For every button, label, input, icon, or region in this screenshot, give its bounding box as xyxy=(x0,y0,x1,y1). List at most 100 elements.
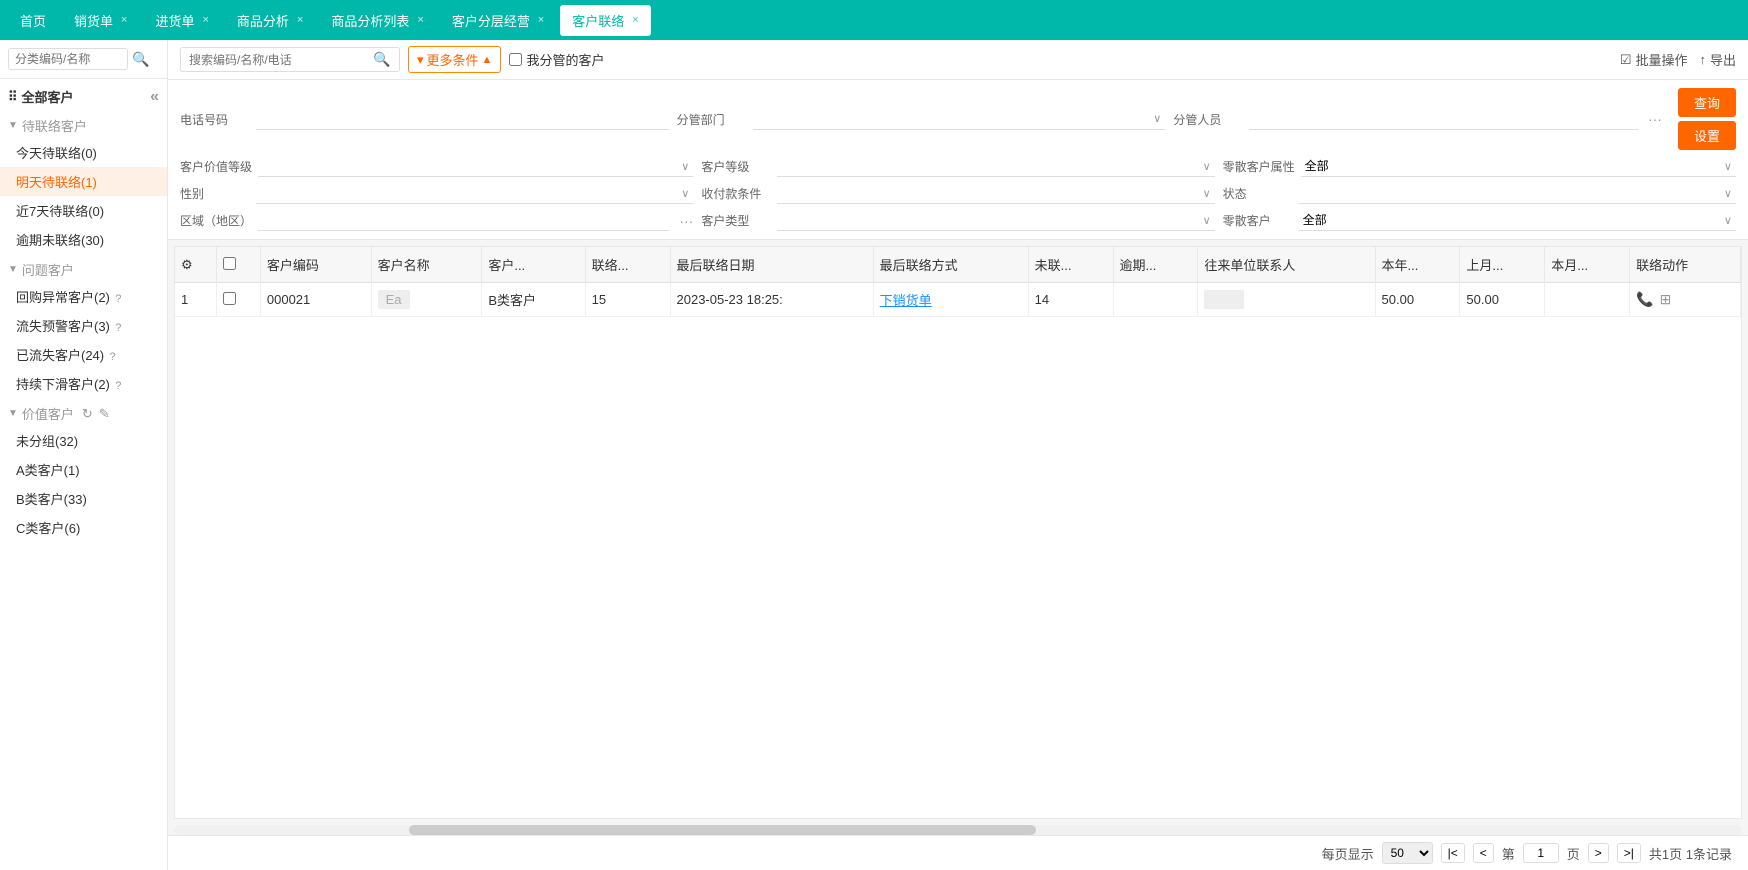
grade-select-wrap: ∨ xyxy=(777,156,1214,177)
value-grade-select[interactable] xyxy=(262,159,677,173)
per-page-select[interactable]: 50 100 xyxy=(1382,842,1433,864)
payment-select[interactable] xyxy=(781,186,1198,200)
sidebar-item-class-c[interactable]: C类客户(6) xyxy=(0,513,167,542)
sidebar-item-abnormal[interactable]: 回购异常客户(2) ? xyxy=(0,282,167,311)
col-this-month[interactable]: 本月... xyxy=(1545,247,1630,283)
nav-sales[interactable]: 销货单 × xyxy=(62,5,139,36)
col-not-contact[interactable]: 未联... xyxy=(1028,247,1113,283)
cell-last-contact-method[interactable]: 下销货单 xyxy=(873,283,1028,317)
nav-analysis-list[interactable]: 商品分析列表 × xyxy=(319,5,435,36)
status-select[interactable] xyxy=(1303,186,1720,200)
export-button[interactable]: ↑ 导出 xyxy=(1699,50,1736,69)
sidebar-item-today-contact[interactable]: 今天待联络(0) xyxy=(0,138,167,167)
col-unit-contact[interactable]: 往来单位联系人 xyxy=(1198,247,1375,283)
col-checkbox[interactable] xyxy=(216,247,260,283)
close-icon[interactable]: × xyxy=(538,14,544,26)
close-icon[interactable]: × xyxy=(202,14,208,26)
col-last-month[interactable]: 上月... xyxy=(1460,247,1545,283)
close-icon[interactable]: × xyxy=(417,14,423,26)
first-page-button[interactable]: |< xyxy=(1441,843,1465,863)
prev-page-button[interactable]: < xyxy=(1473,843,1494,863)
sidebar-item-declining[interactable]: 持续下滑客户(2) ? xyxy=(0,369,167,398)
gender-field: 性别 ∨ xyxy=(180,183,693,204)
status-select-wrap: ∨ xyxy=(1299,183,1736,204)
export-icon: ↑ xyxy=(1699,52,1706,67)
sidebar-item-lost[interactable]: 已流失客户(24) ? xyxy=(0,340,167,369)
gender-select[interactable] xyxy=(260,186,677,200)
sidebar-item-overdue-contact[interactable]: 逾期未联络(30) xyxy=(0,225,167,254)
my-customers-checkbox[interactable] xyxy=(509,53,522,66)
select-all-checkbox[interactable] xyxy=(223,257,236,270)
checkbox-icon: ☑ xyxy=(1620,52,1632,68)
close-icon[interactable]: × xyxy=(632,14,638,26)
manager-input[interactable] xyxy=(1249,109,1638,130)
close-icon[interactable]: × xyxy=(121,14,127,26)
nav-analysis[interactable]: 商品分析 × xyxy=(225,5,315,36)
my-customers-checkbox-label[interactable]: 我分管的客户 xyxy=(509,50,604,69)
edit-icon[interactable]: ✎ xyxy=(99,406,110,422)
gender-label: 性别 xyxy=(180,185,250,202)
chevron-down-icon: ∨ xyxy=(1724,214,1732,227)
grid-action-icon[interactable]: ⊞ xyxy=(1660,291,1672,308)
per-page-label: 每页显示 xyxy=(1322,844,1374,863)
row-checkbox[interactable] xyxy=(223,292,236,305)
sidebar-item-class-a[interactable]: A类客户(1) xyxy=(0,455,167,484)
retail-attr-select[interactable]: 全部 xyxy=(1305,159,1720,173)
query-button[interactable]: 查询 xyxy=(1678,88,1736,117)
batch-button[interactable]: ☑ 批量操作 xyxy=(1620,50,1688,69)
sidebar-item-class-b[interactable]: B类客户(33) xyxy=(0,484,167,513)
collapse-icon[interactable]: « xyxy=(150,88,159,106)
settings-button[interactable]: 设置 xyxy=(1678,121,1736,150)
more-filter-button[interactable]: ▾ 更多条件 ▲ xyxy=(408,46,501,73)
sidebar-item-lost-warning[interactable]: 流失预警客户(3) ? xyxy=(0,311,167,340)
col-last-contact-method[interactable]: 最后联络方式 xyxy=(873,247,1028,283)
page-label: 第 xyxy=(1502,844,1515,863)
page-input[interactable] xyxy=(1523,843,1559,863)
sidebar-search-input[interactable] xyxy=(8,48,128,70)
dept-select[interactable] xyxy=(757,112,1150,126)
main-search-input[interactable] xyxy=(189,53,369,67)
chevron-down-icon: ▼ xyxy=(8,264,18,275)
more-icon[interactable]: ··· xyxy=(679,213,693,229)
col-type[interactable]: 客户... xyxy=(482,247,585,283)
more-icon[interactable]: ··· xyxy=(1648,111,1662,127)
next-page-button[interactable]: > xyxy=(1588,843,1609,863)
region-input[interactable] xyxy=(258,210,669,231)
customer-type-select[interactable] xyxy=(781,213,1198,227)
last-page-button[interactable]: >| xyxy=(1617,843,1641,863)
col-contact[interactable]: 联络... xyxy=(585,247,670,283)
phone-action-icon[interactable]: 📞 xyxy=(1636,291,1653,308)
close-icon[interactable]: × xyxy=(297,14,303,26)
filter-actions: 查询 设置 xyxy=(1678,88,1736,150)
status-field: 状态 ∨ xyxy=(1223,183,1736,204)
filter-panel: 电话号码 分管部门 ∨ 分管人员 ··· 查询 设置 xyxy=(168,80,1748,240)
col-overdue[interactable]: 逾期... xyxy=(1113,247,1198,283)
nav-home[interactable]: 首页 xyxy=(8,5,58,36)
search-icon[interactable]: 🔍 xyxy=(373,51,390,68)
filter-row-1: 电话号码 分管部门 ∨ 分管人员 ··· 查询 设置 xyxy=(180,88,1736,150)
sidebar-item-tomorrow-contact[interactable]: 明天待联络(1) xyxy=(0,167,167,196)
sidebar-item-ungrouped[interactable]: 未分组(32) xyxy=(0,426,167,455)
grade-select[interactable] xyxy=(781,159,1198,173)
grade-field: 客户等级 ∨ xyxy=(701,156,1214,177)
col-last-contact-date[interactable]: 最后联络日期 xyxy=(670,247,873,283)
horizontal-scrollbar[interactable] xyxy=(174,825,1742,835)
chevron-down-icon: ∨ xyxy=(681,187,689,200)
nav-customer-contact[interactable]: 客户联络 × xyxy=(560,5,650,36)
col-code[interactable]: 客户编码 xyxy=(260,247,371,283)
sidebar-item-week-contact[interactable]: 近7天待联络(0) xyxy=(0,196,167,225)
search-icon[interactable]: 🔍 xyxy=(132,51,149,68)
phone-input[interactable] xyxy=(256,109,669,130)
top-nav: 首页 销货单 × 进货单 × 商品分析 × 商品分析列表 × 客户分层经营 × … xyxy=(0,0,1748,40)
scrollbar-thumb[interactable] xyxy=(409,825,1036,835)
col-name[interactable]: 客户名称 xyxy=(371,247,482,283)
retail-customer-select[interactable]: 全部 xyxy=(1303,213,1720,227)
cell-checkbox[interactable] xyxy=(216,283,260,317)
refresh-icon[interactable]: ↻ xyxy=(82,406,93,422)
retail-customer-label: 零散客户 xyxy=(1223,212,1293,229)
col-settings[interactable]: ⚙ xyxy=(175,247,216,283)
nav-customer-tier[interactable]: 客户分层经营 × xyxy=(440,5,556,36)
action-icons: 📞 ⊞ xyxy=(1636,291,1734,308)
nav-purchase[interactable]: 进货单 × xyxy=(143,5,220,36)
col-this-year[interactable]: 本年... xyxy=(1375,247,1460,283)
